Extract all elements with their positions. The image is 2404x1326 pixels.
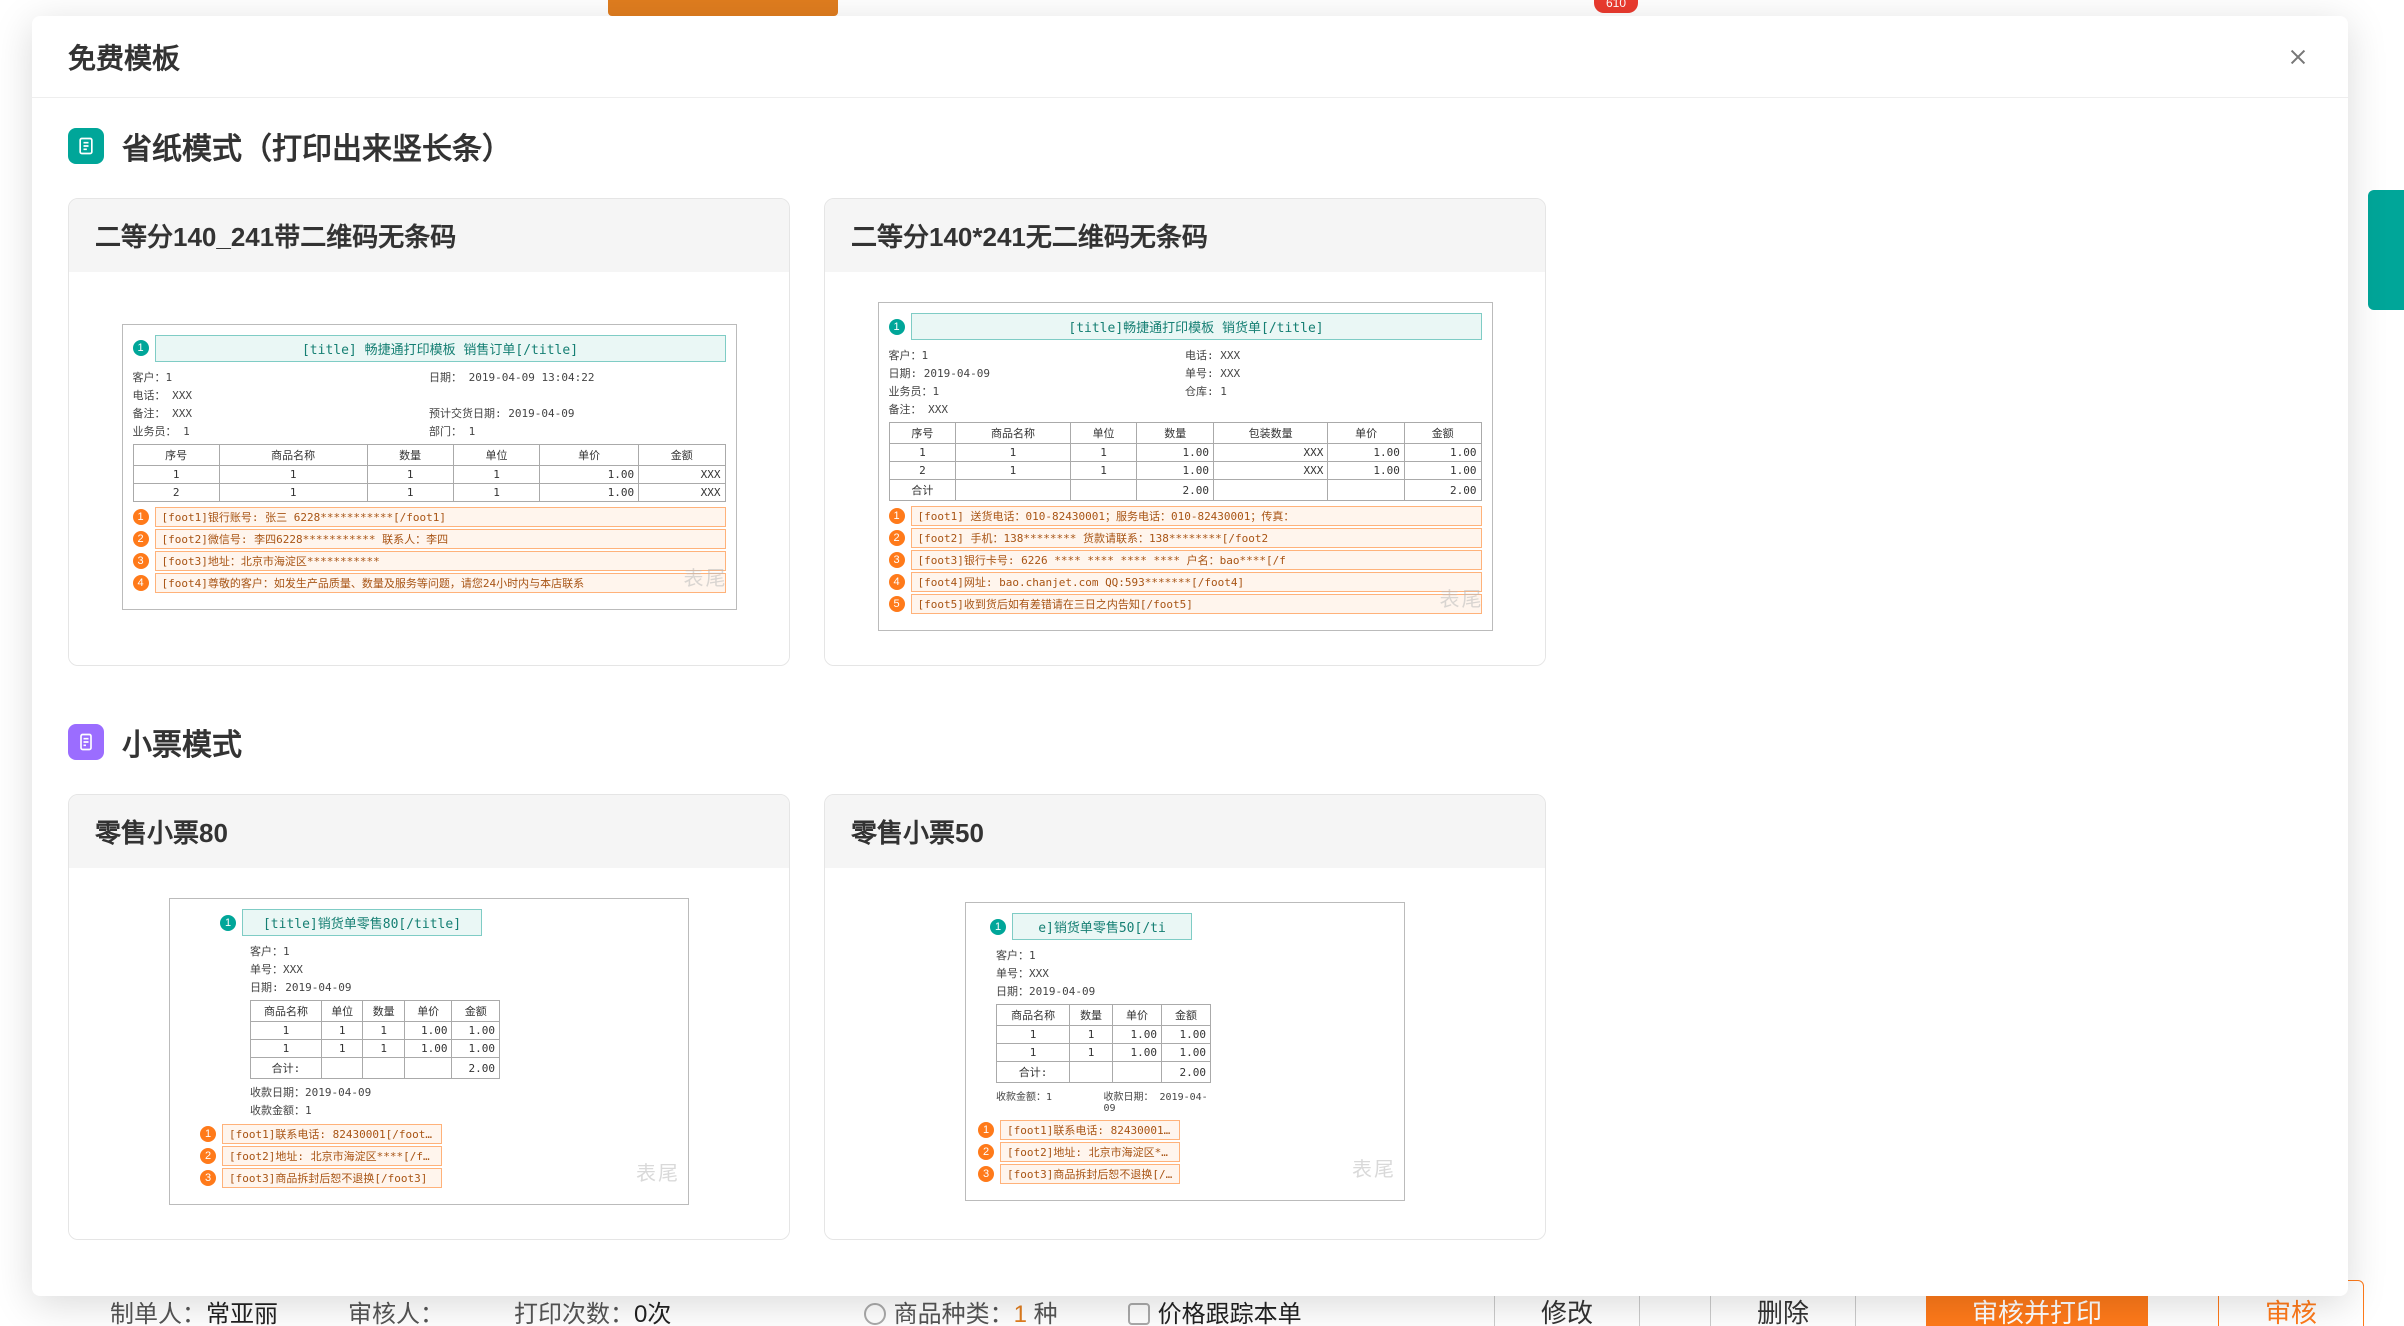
footer-bar: 制单人：常亚丽 审核人： 打印次数：0次 商品种类：1 种 价格跟踪本单 修改 …	[110, 1296, 2364, 1326]
section-title: 省纸模式（打印出来竖长条）	[122, 124, 512, 168]
watermark: 表尾	[1352, 1153, 1396, 1182]
close-button[interactable]	[2278, 37, 2318, 77]
section-head: 省纸模式（打印出来竖长条）	[68, 124, 2312, 168]
section-paper-saving: 省纸模式（打印出来竖长条） 二等分140_241带二维码无条码 1 [title…	[68, 124, 2312, 666]
watermark: 表尾	[636, 1157, 680, 1186]
side-handle[interactable]	[2368, 190, 2404, 310]
template-preview: 1 [title] 畅捷通打印模板 销售订单[/title] 客户：1日期： 2…	[69, 272, 789, 665]
section-title: 小票模式	[122, 720, 242, 764]
close-icon	[2287, 46, 2309, 68]
template-card-retail-50[interactable]: 零售小票50 1 e]销货单零售50[/ti 客户：1 单号：XXX 日期：20…	[824, 794, 1546, 1240]
template-card-140-241-qr[interactable]: 二等分140_241带二维码无条码 1 [title] 畅捷通打印模板 销售订单…	[68, 198, 790, 666]
notification-badge: 610	[1594, 0, 1638, 13]
receipt-title: [title] 畅捷通打印模板 销售订单[/title]	[155, 335, 726, 362]
template-card-140-241-noqr[interactable]: 二等分140*241无二维码无条码 1 [title]畅捷通打印模板 销货单[/…	[824, 198, 1546, 666]
template-name: 零售小票50	[825, 795, 1545, 868]
bg-orange-strip	[608, 0, 838, 16]
receipt-preview: 1 e]销货单零售50[/ti 客户：1 单号：XXX 日期：2019-04-0…	[965, 902, 1405, 1201]
marker-1: 1	[133, 340, 149, 356]
receipt-preview: 1 [title]畅捷通打印模板 销货单[/title] 客户：1电话: XXX…	[878, 302, 1493, 631]
template-name: 零售小票80	[69, 795, 789, 868]
modal-body: 省纸模式（打印出来竖长条） 二等分140_241带二维码无条码 1 [title…	[32, 98, 2348, 1296]
receipt-preview: 1 [title] 畅捷通打印模板 销售订单[/title] 客户：1日期： 2…	[122, 324, 737, 610]
items-table: 序号商品名称数量单位单价金额 11111.00XXX 21111.00XXX	[133, 444, 726, 502]
modal-header: 免费模板	[32, 16, 2348, 98]
free-template-modal: 免费模板 省纸模式（打印出来竖长条） 二等分140_241带二维码无条码	[32, 16, 2348, 1296]
receipt-title: [title]畅捷通打印模板 销货单[/title]	[911, 313, 1482, 340]
template-preview: 1 [title]畅捷通打印模板 销货单[/title] 客户：1电话: XXX…	[825, 272, 1545, 665]
template-name: 二等分140*241无二维码无条码	[825, 199, 1545, 272]
template-card-retail-80[interactable]: 零售小票80 1 [title]销货单零售80[/title] 客户：1 单号：…	[68, 794, 790, 1240]
receipt-icon	[68, 724, 104, 760]
section-receipt: 小票模式 零售小票80 1 [title]销货单零售80[/title] 客户	[68, 720, 2312, 1240]
watermark: 表尾	[1440, 583, 1484, 612]
items-table: 序号商品名称单位数量包装数量单价金额 1111.00XXX1.001.00 21…	[889, 422, 1482, 501]
receipt-preview: 1 [title]销货单零售80[/title] 客户：1 单号：XXX 日期:…	[169, 898, 689, 1205]
template-name: 二等分140_241带二维码无条码	[69, 199, 789, 272]
doc-icon	[68, 128, 104, 164]
modal-title: 免费模板	[68, 37, 180, 77]
marker-1: 1	[889, 319, 905, 335]
watermark: 表尾	[684, 562, 728, 591]
card-row: 二等分140_241带二维码无条码 1 [title] 畅捷通打印模板 销售订单…	[68, 198, 2312, 666]
